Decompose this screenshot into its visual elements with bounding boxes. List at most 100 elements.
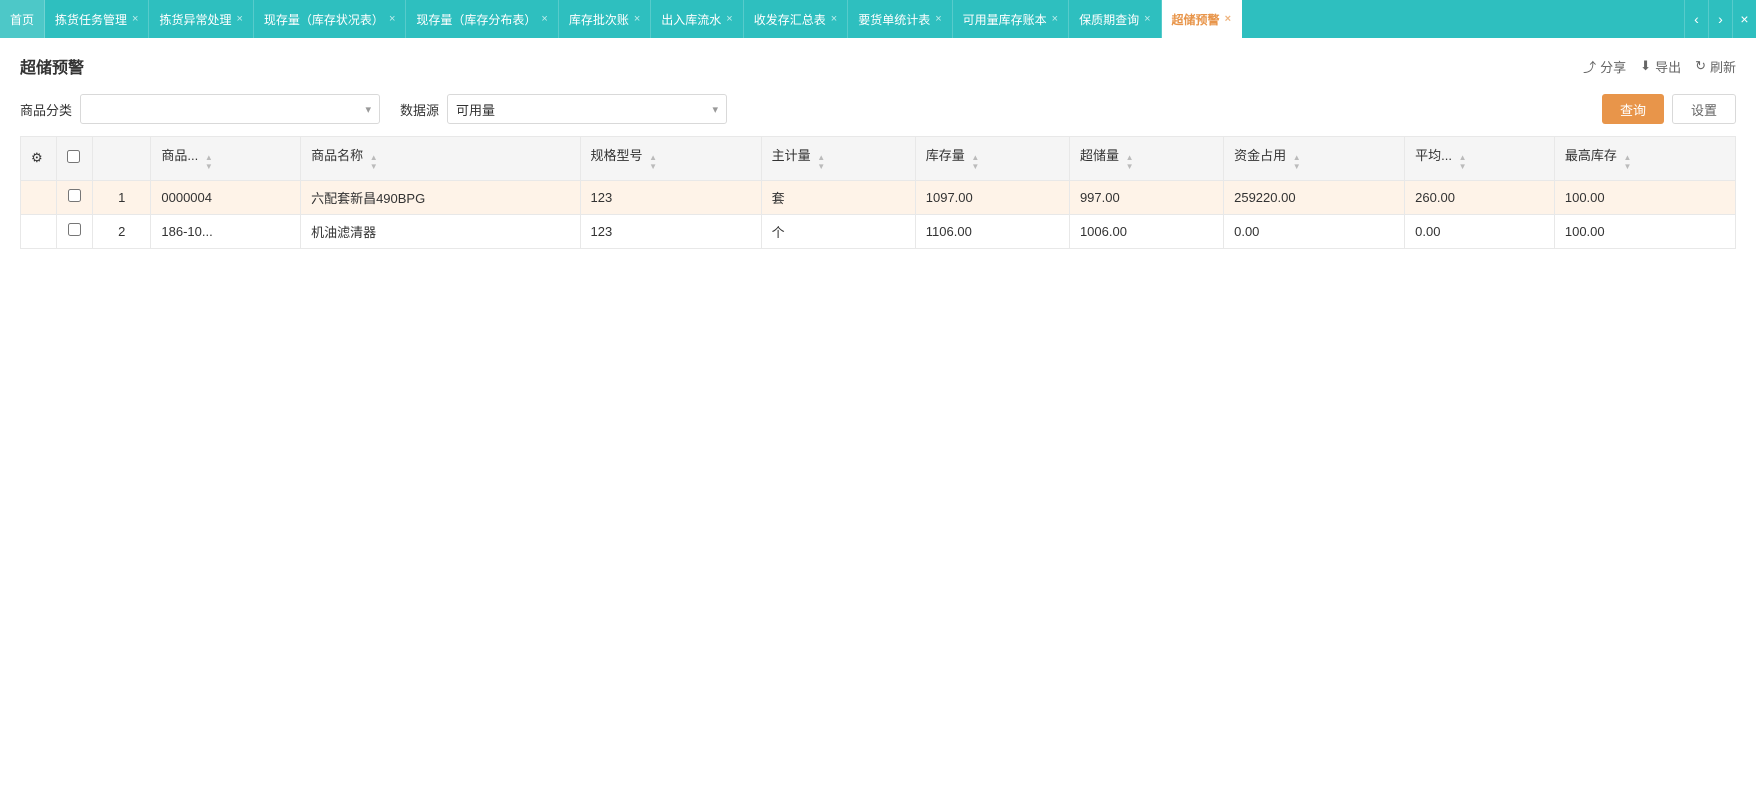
nav-exception-handling[interactable]: 拣货异常处理 ×	[149, 0, 253, 38]
nav-prev-button[interactable]: ‹	[1684, 0, 1708, 38]
row-checkbox[interactable]	[68, 223, 81, 236]
nav-stock-status[interactable]: 现存量（库存状况表） ×	[254, 0, 406, 38]
close-icon[interactable]: ×	[634, 13, 640, 25]
page-container: 超储预警 ⤴ 分享 ⬇ 导出 ↻ 刷新 商品分类 ▾ 数据源	[0, 38, 1756, 800]
page-actions: ⤴ 分享 ⬇ 导出 ↻ 刷新	[1583, 57, 1736, 76]
cell-unit: 个	[761, 214, 915, 248]
cell-max-stock: 100.00	[1554, 214, 1735, 248]
table-header-row: ⚙ 商品... ▲▼ 商品名称 ▲▼ 规格型号 ▲▼ 主计	[21, 137, 1736, 181]
cell-product-code: 0000004	[151, 180, 301, 214]
nav-order-stats[interactable]: 要货单统计表 ×	[848, 0, 952, 38]
th-over-stock[interactable]: 超储量 ▲▼	[1069, 137, 1223, 181]
cell-capital-use: 259220.00	[1224, 180, 1405, 214]
row-checkbox[interactable]	[68, 189, 81, 202]
share-icon: ⤴	[1583, 57, 1596, 76]
sort-icon: ▲▼	[649, 154, 657, 172]
close-icon[interactable]: ×	[1144, 13, 1150, 25]
chevron-down-icon: ▾	[713, 103, 719, 116]
datasource-select[interactable]: 可用量 ▾	[447, 94, 727, 124]
close-icon[interactable]: ×	[541, 13, 547, 25]
cell-stock: 1097.00	[915, 180, 1069, 214]
cell-product-code: 186-10...	[151, 214, 301, 248]
nav-task-management[interactable]: 拣货任务管理 ×	[45, 0, 149, 38]
th-unit[interactable]: 主计量 ▲▼	[761, 137, 915, 181]
cell-spec: 123	[580, 180, 761, 214]
sort-icon: ▲▼	[205, 154, 213, 172]
th-product-name[interactable]: 商品名称 ▲▼	[301, 137, 580, 181]
nav-arrows-group: ‹ › ×	[1684, 0, 1756, 38]
cell-unit: 套	[761, 180, 915, 214]
sort-icon: ▲▼	[1293, 154, 1301, 172]
close-icon[interactable]: ×	[831, 13, 837, 25]
cell-product-name: 机油滤清器	[301, 214, 580, 248]
nav-available-stock[interactable]: 可用量库存账本 ×	[953, 0, 1069, 38]
nav-overstock-warning[interactable]: 超储预警 ×	[1162, 0, 1242, 38]
export-button[interactable]: ⬇ 导出	[1640, 57, 1681, 76]
sort-icon: ▲▼	[370, 154, 378, 172]
data-table: ⚙ 商品... ▲▼ 商品名称 ▲▼ 规格型号 ▲▼ 主计	[20, 136, 1736, 249]
nav-quality-period[interactable]: 保质期查询 ×	[1069, 0, 1161, 38]
cell-stock: 1106.00	[915, 214, 1069, 248]
th-avg[interactable]: 平均... ▲▼	[1405, 137, 1555, 181]
export-icon: ⬇	[1640, 58, 1651, 74]
cell-over-stock: 997.00	[1069, 180, 1223, 214]
category-filter-group: 商品分类 ▾	[20, 94, 380, 124]
nav-batch-account[interactable]: 库存批次账 ×	[559, 0, 651, 38]
refresh-button[interactable]: ↻ 刷新	[1695, 57, 1736, 76]
th-capital-use[interactable]: 资金占用 ▲▼	[1224, 137, 1405, 181]
close-icon[interactable]: ×	[236, 13, 242, 25]
sort-icon: ▲▼	[1459, 154, 1467, 172]
nav-next-button[interactable]: ›	[1708, 0, 1732, 38]
row-number: 2	[93, 214, 151, 248]
cell-capital-use: 0.00	[1224, 214, 1405, 248]
th-max-stock[interactable]: 最高库存 ▲▼	[1554, 137, 1735, 181]
datasource-select-value: 可用量	[456, 100, 495, 119]
refresh-icon: ↻	[1695, 58, 1706, 74]
th-row-num	[93, 137, 151, 181]
row-checkbox-cell	[57, 214, 93, 248]
th-checkbox	[57, 137, 93, 181]
cell-avg: 260.00	[1405, 180, 1555, 214]
datasource-filter-group: 数据源 可用量 ▾	[400, 94, 727, 124]
chevron-down-icon: ▾	[365, 103, 371, 116]
page-title: 超储预警	[20, 54, 84, 78]
th-gear[interactable]: ⚙	[21, 137, 57, 181]
close-icon[interactable]: ×	[389, 13, 395, 25]
nav-home[interactable]: 首页	[0, 0, 45, 38]
top-navigation: 首页 拣货任务管理 × 拣货异常处理 × 现存量（库存状况表） × 现存量（库存…	[0, 0, 1756, 38]
cell-max-stock: 100.00	[1554, 180, 1735, 214]
datasource-label: 数据源	[400, 100, 439, 119]
category-label: 商品分类	[20, 100, 72, 119]
row-checkbox-cell	[57, 180, 93, 214]
close-icon[interactable]: ×	[935, 13, 941, 25]
th-stock[interactable]: 库存量 ▲▼	[915, 137, 1069, 181]
sort-icon: ▲▼	[1624, 154, 1632, 172]
nav-inout-flow[interactable]: 出入库流水 ×	[651, 0, 743, 38]
filter-row: 商品分类 ▾ 数据源 可用量 ▾ 查询 设置	[20, 94, 1736, 124]
sort-icon: ▲▼	[817, 154, 825, 172]
cell-spec: 123	[580, 214, 761, 248]
close-icon[interactable]: ×	[132, 13, 138, 25]
query-button[interactable]: 查询	[1602, 94, 1664, 124]
nav-stock-distribution[interactable]: 现存量（库存分布表） ×	[406, 0, 558, 38]
th-spec[interactable]: 规格型号 ▲▼	[580, 137, 761, 181]
close-icon[interactable]: ×	[1225, 13, 1231, 25]
cell-avg: 0.00	[1405, 214, 1555, 248]
sort-icon: ▲▼	[1126, 154, 1134, 172]
nav-collect-summary[interactable]: 收发存汇总表 ×	[744, 0, 848, 38]
row-action-cell	[21, 180, 57, 214]
sort-icon: ▲▼	[971, 154, 979, 172]
close-icon[interactable]: ×	[1052, 13, 1058, 25]
table-row: 2 186-10... 机油滤清器 123 个 1106.00 1006.00 …	[21, 214, 1736, 248]
select-all-checkbox[interactable]	[67, 150, 80, 163]
nav-close-button[interactable]: ×	[1732, 0, 1756, 38]
th-product-code[interactable]: 商品... ▲▼	[151, 137, 301, 181]
filter-buttons: 查询 设置	[1602, 94, 1736, 124]
close-icon[interactable]: ×	[726, 13, 732, 25]
row-number: 1	[93, 180, 151, 214]
row-action-cell	[21, 214, 57, 248]
share-button[interactable]: ⤴ 分享	[1583, 57, 1626, 76]
category-select[interactable]: ▾	[80, 94, 380, 124]
cell-product-name: 六配套新昌490BPG	[301, 180, 580, 214]
settings-button[interactable]: 设置	[1672, 94, 1736, 124]
